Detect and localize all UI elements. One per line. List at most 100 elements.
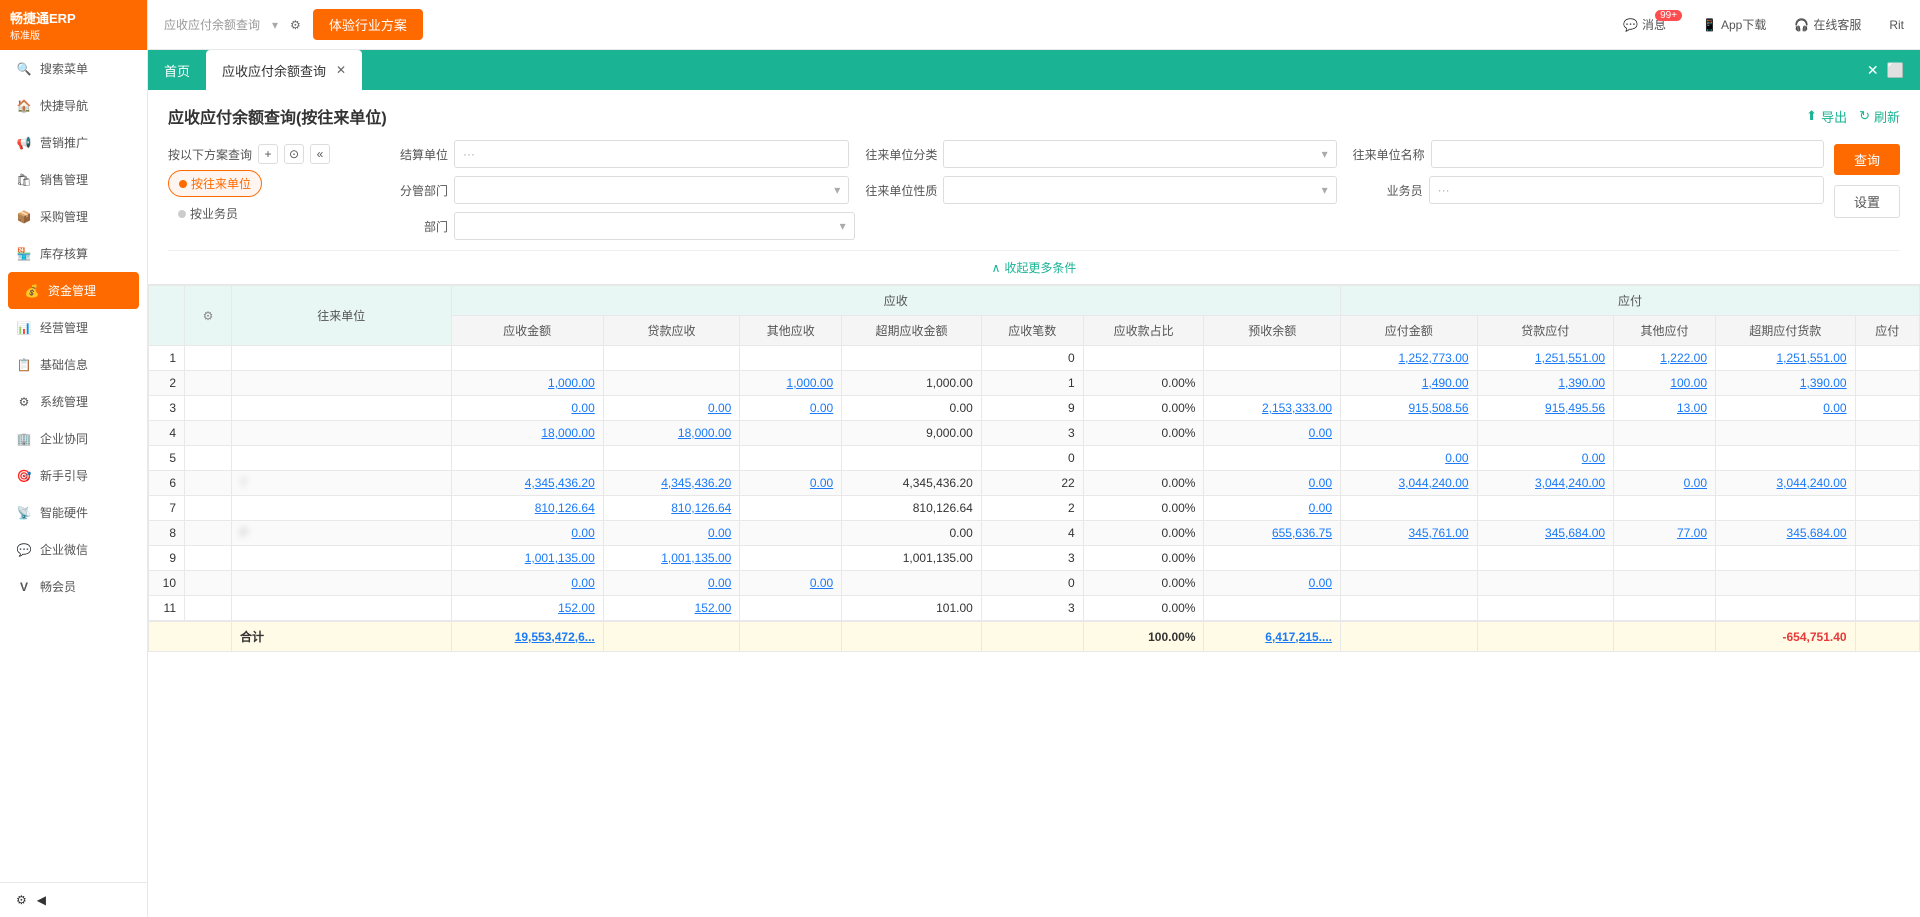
setting-button[interactable]: 设置	[1834, 185, 1900, 218]
chevron-down-icon[interactable]: ▾	[272, 18, 278, 32]
sidebar-item-operation[interactable]: 📊 经营管理	[0, 309, 147, 346]
table-cell[interactable]: 915,508.56	[1341, 396, 1478, 421]
table-cell[interactable]: 18,000.00	[451, 421, 603, 446]
message-badge[interactable]: 💬 消息 99+	[1623, 16, 1666, 33]
table-cell[interactable]: 0.00	[451, 521, 603, 546]
salesperson-input[interactable]: ···	[1429, 176, 1824, 204]
table-cell[interactable]: 1,000.00	[451, 371, 603, 396]
table-cell[interactable]: 0.00	[451, 396, 603, 421]
table-cell[interactable]: 0.00	[603, 396, 740, 421]
table-cell[interactable]: 1,251,551.00	[1477, 346, 1614, 371]
table-cell[interactable]: 810,126.64	[451, 496, 603, 521]
table-cell[interactable]: 1,000.00	[740, 371, 842, 396]
tab-query[interactable]: 应收应付余额查询 ✕	[206, 50, 362, 90]
table-cell[interactable]: 3,044,240.00	[1716, 471, 1856, 496]
sidebar-item-hardware[interactable]: 📡 智能硬件	[0, 494, 147, 531]
table-container[interactable]: ⚙ 往来单位 应收 应付 应收金额 贷款应收 其他应收 超期应收金额 应收笔数 …	[148, 285, 1920, 917]
table-cell[interactable]: 915,495.56	[1477, 396, 1614, 421]
filter-option-partner[interactable]: 按往来单位	[168, 170, 262, 197]
table-row: 8P0.000.000.0040.00%655,636.75345,761.00…	[149, 521, 1920, 546]
table-cell[interactable]: 4,345,436.20	[603, 471, 740, 496]
table-cell[interactable]: 3,044,240.00	[1477, 471, 1614, 496]
table-cell[interactable]: 0.00	[1614, 471, 1716, 496]
table-cell[interactable]: 0.00	[603, 571, 740, 596]
sidebar-item-enterprise[interactable]: 🏢 企业协同	[0, 420, 147, 457]
table-cell[interactable]: 655,636.75	[1204, 521, 1341, 546]
table-cell[interactable]: 1,252,773.00	[1341, 346, 1478, 371]
table-cell[interactable]: 77.00	[1614, 521, 1716, 546]
table-cell[interactable]: 2,153,333.00	[1204, 396, 1341, 421]
table-cell[interactable]: 1,251,551.00	[1716, 346, 1856, 371]
solution-button[interactable]: 体验行业方案	[313, 9, 423, 40]
sidebar-item-purchase[interactable]: 📦 采购管理	[0, 198, 147, 235]
online-service[interactable]: 🎧 在线客服	[1794, 16, 1861, 33]
collapse-more-btn[interactable]: ∧ 收起更多条件	[992, 255, 1077, 280]
department-input[interactable]: ▾	[454, 212, 855, 240]
refresh-button[interactable]: ↻ 刷新	[1859, 107, 1900, 126]
table-cell[interactable]: 0.00	[740, 396, 842, 421]
table-cell[interactable]: 345,684.00	[1477, 521, 1614, 546]
table-cell[interactable]: 1,001,135.00	[603, 546, 740, 571]
table-cell[interactable]: 4,345,436.20	[451, 471, 603, 496]
table-cell[interactable]: 0.00	[1341, 446, 1478, 471]
table-cell[interactable]: 1,390.00	[1716, 371, 1856, 396]
table-cell[interactable]: 100.00	[1614, 371, 1716, 396]
app-download[interactable]: 📱 App下载	[1702, 16, 1766, 33]
sidebar-item-sales[interactable]: 🛍 销售管理	[0, 161, 147, 198]
table-cell[interactable]: 345,761.00	[1341, 521, 1478, 546]
table-cell[interactable]: 0.00	[1204, 421, 1341, 446]
table-cell[interactable]: 1,222.00	[1614, 346, 1716, 371]
settings-icon[interactable]: ⚙	[16, 893, 27, 907]
partner-name-input[interactable]	[1431, 140, 1824, 168]
col-gear-header[interactable]: ⚙	[185, 286, 232, 346]
table-cell[interactable]: 345,684.00	[1716, 521, 1856, 546]
table-cell[interactable]: 1,390.00	[1477, 371, 1614, 396]
tab-close-icon[interactable]: ✕	[336, 63, 346, 77]
close-window-icon[interactable]: ✕	[1867, 62, 1879, 79]
dept-manager-input[interactable]: ▾	[454, 176, 849, 204]
add-filter-btn[interactable]: +	[258, 144, 278, 164]
tab-home[interactable]: 首页	[148, 50, 206, 90]
export-button[interactable]: ⬆ 导出	[1806, 107, 1847, 126]
filter-collapse-btn[interactable]: «	[310, 144, 330, 164]
sidebar-item-search[interactable]: 🔍 搜索菜单	[0, 50, 147, 87]
guide-icon: 🎯	[16, 468, 32, 484]
sidebar-item-basic[interactable]: 📋 基础信息	[0, 346, 147, 383]
sidebar-item-marketing[interactable]: 📢 营销推广	[0, 124, 147, 161]
settlement-unit-input[interactable]: ···	[454, 140, 849, 168]
sidebar-item-wechat[interactable]: 💬 企业微信	[0, 531, 147, 568]
sidebar-item-shortcut[interactable]: 🏠 快捷导航	[0, 87, 147, 124]
table-cell[interactable]: 0.00	[603, 521, 740, 546]
table-cell[interactable]: 0.00	[1477, 446, 1614, 471]
user-label[interactable]: Rit	[1889, 18, 1904, 32]
table-cell[interactable]: 0.00	[1204, 496, 1341, 521]
collapse-icon[interactable]: ◀︎	[37, 893, 46, 907]
table-cell[interactable]: 1,001,135.00	[451, 546, 603, 571]
partner-nature-input[interactable]: ▾	[943, 176, 1336, 204]
gear-icon[interactable]: ⚙	[290, 18, 301, 32]
query-button[interactable]: 查询	[1834, 144, 1900, 175]
table-cell[interactable]: 13.00	[1614, 396, 1716, 421]
sidebar-item-finance[interactable]: 💰 资金管理	[8, 272, 139, 309]
partner-category-input[interactable]: ▾	[943, 140, 1336, 168]
table-cell[interactable]: 0.00	[740, 571, 842, 596]
table-cell[interactable]: 0.00	[1204, 471, 1341, 496]
table-cell[interactable]: 0.00	[740, 471, 842, 496]
table-cell[interactable]: 0.00	[1716, 396, 1856, 421]
sidebar-item-guide[interactable]: 🎯 新手引导	[0, 457, 147, 494]
table-cell[interactable]: 152.00	[603, 596, 740, 622]
filter-target-btn[interactable]: ⊙	[284, 144, 304, 164]
sidebar-item-member[interactable]: V 畅会员	[0, 568, 147, 605]
table-cell[interactable]: 1,490.00	[1341, 371, 1478, 396]
table-cell[interactable]: 18,000.00	[603, 421, 740, 446]
gear-table-icon[interactable]: ⚙	[203, 309, 214, 323]
table-cell[interactable]: 0.00	[1204, 571, 1341, 596]
sidebar-item-inventory[interactable]: 🏪 库存核算	[0, 235, 147, 272]
sidebar-item-system[interactable]: ⚙ 系统管理	[0, 383, 147, 420]
maximize-icon[interactable]: ⬜	[1887, 62, 1904, 79]
table-cell[interactable]: 3,044,240.00	[1341, 471, 1478, 496]
filter-option-salesperson[interactable]: 按业务员	[168, 201, 262, 226]
table-cell[interactable]: 0.00	[451, 571, 603, 596]
table-cell[interactable]: 152.00	[451, 596, 603, 622]
table-cell[interactable]: 810,126.64	[603, 496, 740, 521]
